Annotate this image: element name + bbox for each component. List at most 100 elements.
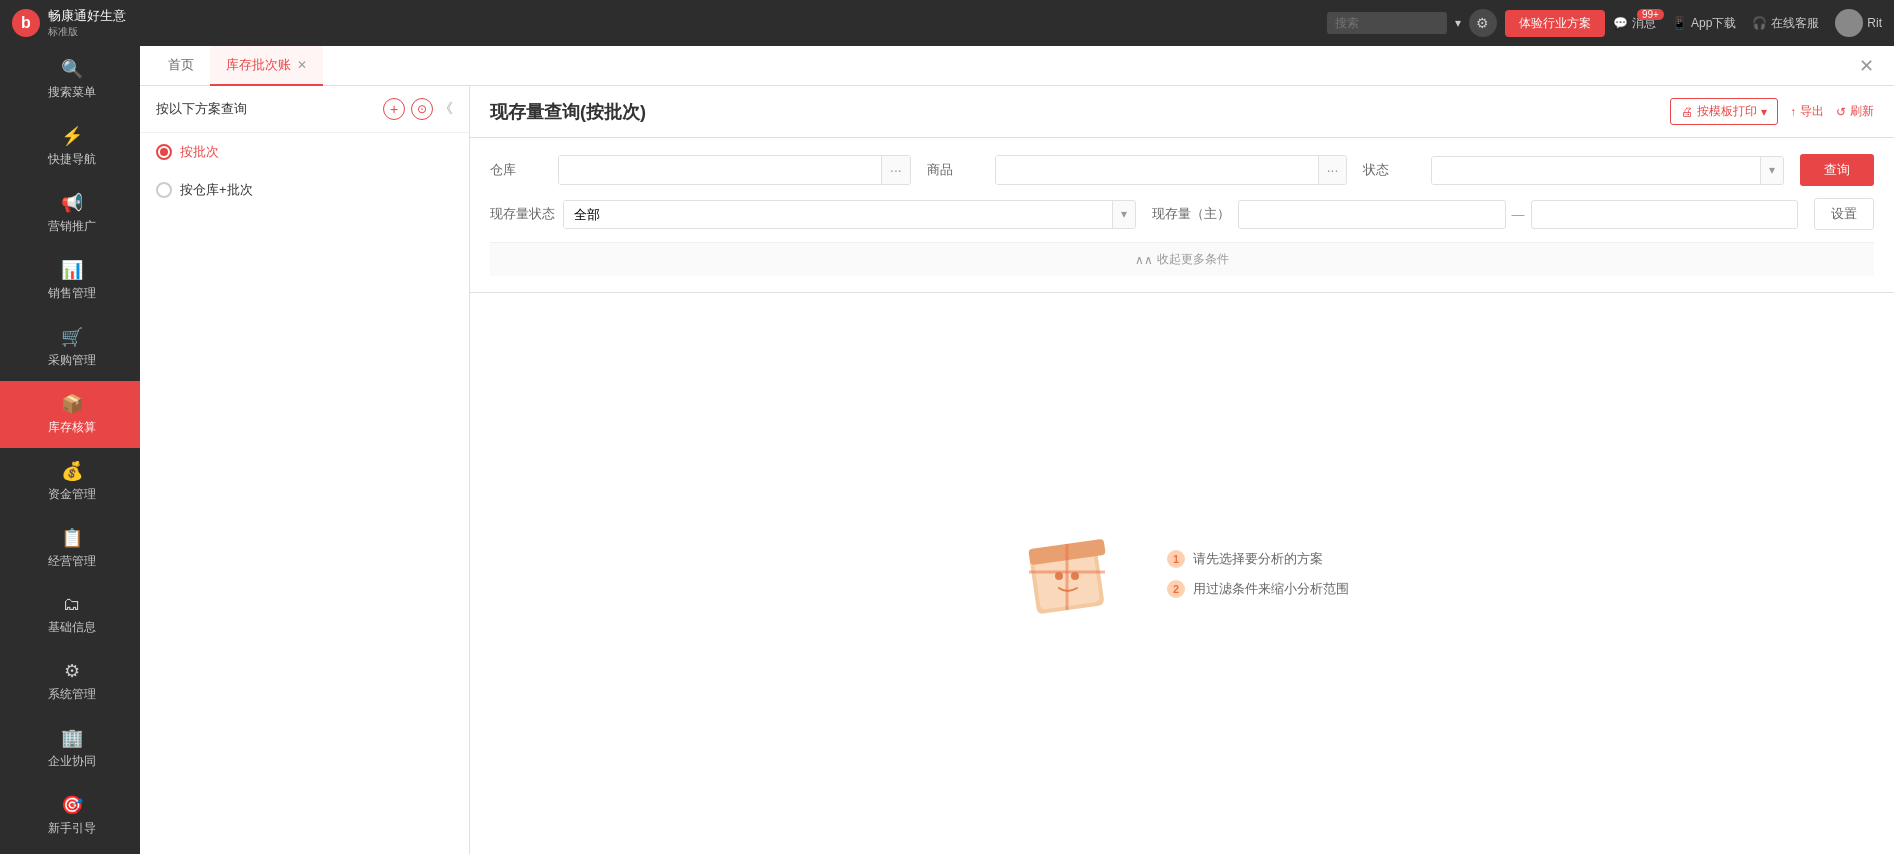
filter-panel-title: 按以下方案查询 bbox=[156, 100, 247, 118]
phone-icon: 📱 bbox=[1672, 16, 1687, 30]
main-layout: 🔍 搜索菜单 ⚡ 快捷导航 📢 营销推广 📊 销售管理 🛒 采购管理 📦 库存核… bbox=[0, 46, 1894, 854]
app-download-btn[interactable]: 📱 App下载 bbox=[1672, 15, 1736, 32]
inventory-status-dropdown-arrow: ▾ bbox=[1112, 201, 1135, 228]
status-select[interactable]: 启用 停用 bbox=[1432, 157, 1760, 184]
quantity-field: 现存量（主） — bbox=[1152, 200, 1798, 229]
header-actions: 🖨 按模板打印 ▾ ↑ 导出 ↺ 刷新 bbox=[1670, 98, 1874, 125]
warehouse-input[interactable] bbox=[559, 156, 881, 184]
avatar-image bbox=[1835, 9, 1863, 37]
range-separator: — bbox=[1512, 207, 1525, 222]
filter-collapse-btn[interactable]: 《 bbox=[439, 100, 453, 118]
sidebar-item-inventory[interactable]: 📦 库存核算 bbox=[0, 381, 140, 448]
search-input[interactable] bbox=[1327, 12, 1447, 34]
radio-by-batch bbox=[156, 144, 172, 160]
status-label: 状态 bbox=[1363, 161, 1423, 179]
content-area: 首页 库存批次账 ✕ ✕ 按以下方案查询 + ⊙ 《 bbox=[140, 46, 1894, 854]
status-select-wrap: 启用 停用 ▾ bbox=[1431, 156, 1784, 185]
megaphone-icon: 📢 bbox=[61, 192, 83, 214]
warehouse-dots-btn[interactable]: ··· bbox=[881, 156, 910, 184]
chevron-up-icon: ∧∧ bbox=[1135, 253, 1153, 267]
tab-bar: 首页 库存批次账 ✕ ✕ bbox=[140, 46, 1894, 86]
quantity-label: 现存量（主） bbox=[1152, 205, 1230, 223]
export-icon: ↑ bbox=[1790, 105, 1796, 119]
lightning-icon: ⚡ bbox=[61, 125, 83, 147]
tab-inventory-batch[interactable]: 库存批次账 ✕ bbox=[210, 46, 323, 86]
query-btn[interactable]: 查询 bbox=[1800, 154, 1874, 186]
inventory-status-select[interactable]: 全部 有库存 无库存 bbox=[564, 201, 1112, 228]
panel-close-btn[interactable]: ✕ bbox=[1851, 55, 1882, 77]
refresh-btn[interactable]: ↺ 刷新 bbox=[1836, 103, 1874, 120]
search-dropdown-btn[interactable]: ▾ bbox=[1455, 16, 1461, 30]
user-avatar[interactable]: Rit bbox=[1835, 9, 1882, 37]
filter-panel: 按以下方案查询 + ⊙ 《 按批次 按仓库+批次 bbox=[140, 86, 470, 854]
collapse-more-btn[interactable]: ∧∧ 收起更多条件 bbox=[490, 242, 1874, 276]
sidebar-item-sales[interactable]: 📊 销售管理 bbox=[0, 247, 140, 314]
product-field: 商品 ··· bbox=[927, 155, 1348, 185]
page-title: 现存量查询(按批次) bbox=[490, 100, 646, 124]
tab-home[interactable]: 首页 bbox=[152, 46, 210, 86]
warehouse-label: 仓库 bbox=[490, 161, 550, 179]
building-icon: 🏢 bbox=[61, 727, 83, 749]
sidebar: 🔍 搜索菜单 ⚡ 快捷导航 📢 营销推广 📊 销售管理 🛒 采购管理 📦 库存核… bbox=[0, 46, 140, 854]
refresh-icon: ↺ bbox=[1836, 105, 1846, 119]
app-name: 畅康通好生意 标准版 bbox=[48, 7, 1319, 39]
sidebar-item-purchase[interactable]: 🛒 采购管理 bbox=[0, 314, 140, 381]
empty-illustration bbox=[1015, 514, 1135, 634]
settings-icon[interactable]: ⚙ bbox=[1469, 9, 1497, 37]
inventory-status-label: 现存量状态 bbox=[490, 205, 555, 223]
page-content: 按以下方案查询 + ⊙ 《 按批次 按仓库+批次 bbox=[140, 86, 1894, 854]
product-label: 商品 bbox=[927, 161, 987, 179]
sidebar-item-marketing[interactable]: 📢 营销推广 bbox=[0, 180, 140, 247]
trial-btn[interactable]: 体验行业方案 bbox=[1505, 10, 1605, 37]
filter-item-by-batch[interactable]: 按批次 bbox=[140, 133, 469, 171]
quantity-max-input[interactable] bbox=[1531, 200, 1799, 229]
filter-add-btn[interactable]: + bbox=[383, 98, 405, 120]
page-header: 现存量查询(按批次) 🖨 按模板打印 ▾ ↑ 导出 ↺ bbox=[470, 86, 1894, 138]
quantity-range: — bbox=[1238, 200, 1798, 229]
status-dropdown-arrow: ▾ bbox=[1760, 157, 1783, 184]
query-form: 仓库 ··· 商品 ··· bbox=[470, 138, 1894, 293]
quantity-min-input[interactable] bbox=[1238, 200, 1506, 229]
topbar-right: 💬 消息 99+ 📱 App下载 🎧 在线客服 Rit bbox=[1613, 9, 1882, 37]
target-icon: 🎯 bbox=[61, 794, 83, 816]
tab-close-btn[interactable]: ✕ bbox=[297, 58, 307, 72]
product-input[interactable] bbox=[996, 156, 1318, 184]
form-row-1: 仓库 ··· 商品 ··· bbox=[490, 154, 1874, 186]
status-field: 状态 启用 停用 ▾ bbox=[1363, 156, 1784, 185]
print-icon: 🖨 bbox=[1681, 105, 1693, 119]
sidebar-item-system[interactable]: ⚙ 系统管理 bbox=[0, 648, 140, 715]
sidebar-item-finance[interactable]: 💰 资金管理 bbox=[0, 448, 140, 515]
filter-config-btn[interactable]: ⊙ bbox=[411, 98, 433, 120]
empty-hint-1: 1 请先选择要分析的方案 bbox=[1167, 550, 1349, 568]
warehouse-field: 仓库 ··· bbox=[490, 155, 911, 185]
sidebar-item-quick-nav[interactable]: ⚡ 快捷导航 bbox=[0, 113, 140, 180]
filter-item-by-warehouse-batch[interactable]: 按仓库+批次 bbox=[140, 171, 469, 209]
settings-btn[interactable]: 设置 bbox=[1814, 198, 1874, 230]
sidebar-item-enterprise[interactable]: 🏢 企业协同 bbox=[0, 715, 140, 782]
online-service-btn[interactable]: 🎧 在线客服 bbox=[1752, 15, 1819, 32]
messages-btn[interactable]: 💬 消息 99+ bbox=[1613, 15, 1656, 32]
export-btn[interactable]: ↑ 导出 bbox=[1790, 103, 1824, 120]
sidebar-item-guide[interactable]: 🎯 新手引导 bbox=[0, 782, 140, 849]
query-area: 现存量查询(按批次) 🖨 按模板打印 ▾ ↑ 导出 ↺ bbox=[470, 86, 1894, 854]
sidebar-item-basic[interactable]: 🗂 基础信息 bbox=[0, 582, 140, 648]
inventory-status-field: 现存量状态 全部 有库存 无库存 ▾ bbox=[490, 200, 1136, 229]
warehouse-input-wrap: ··· bbox=[558, 155, 911, 185]
radio-by-warehouse-batch bbox=[156, 182, 172, 198]
gear-icon: ⚙ bbox=[64, 660, 80, 682]
product-dots-btn[interactable]: ··· bbox=[1318, 156, 1347, 184]
inventory-status-select-wrap: 全部 有库存 无库存 ▾ bbox=[563, 200, 1136, 229]
empty-hints: 1 请先选择要分析的方案 2 用过滤条件来缩小分析范围 bbox=[1167, 550, 1349, 598]
sidebar-item-search[interactable]: 🔍 搜索菜单 bbox=[0, 46, 140, 113]
app-logo: b bbox=[12, 9, 40, 37]
filter-panel-btns: + ⊙ 《 bbox=[383, 98, 453, 120]
empty-state: 1 请先选择要分析的方案 2 用过滤条件来缩小分析范围 bbox=[470, 293, 1894, 854]
template-print-btn[interactable]: 🖨 按模板打印 ▾ bbox=[1670, 98, 1778, 125]
headset-icon: 🎧 bbox=[1752, 16, 1767, 30]
sidebar-item-operation[interactable]: 📋 经营管理 bbox=[0, 515, 140, 582]
sidebar-item-apps[interactable]: 📱 应用中心 bbox=[0, 849, 140, 854]
package-icon: 📦 bbox=[61, 393, 83, 415]
print-dropdown-icon: ▾ bbox=[1761, 105, 1767, 119]
search-icon: 🔍 bbox=[61, 58, 83, 80]
cart-icon: 🛒 bbox=[61, 326, 83, 348]
